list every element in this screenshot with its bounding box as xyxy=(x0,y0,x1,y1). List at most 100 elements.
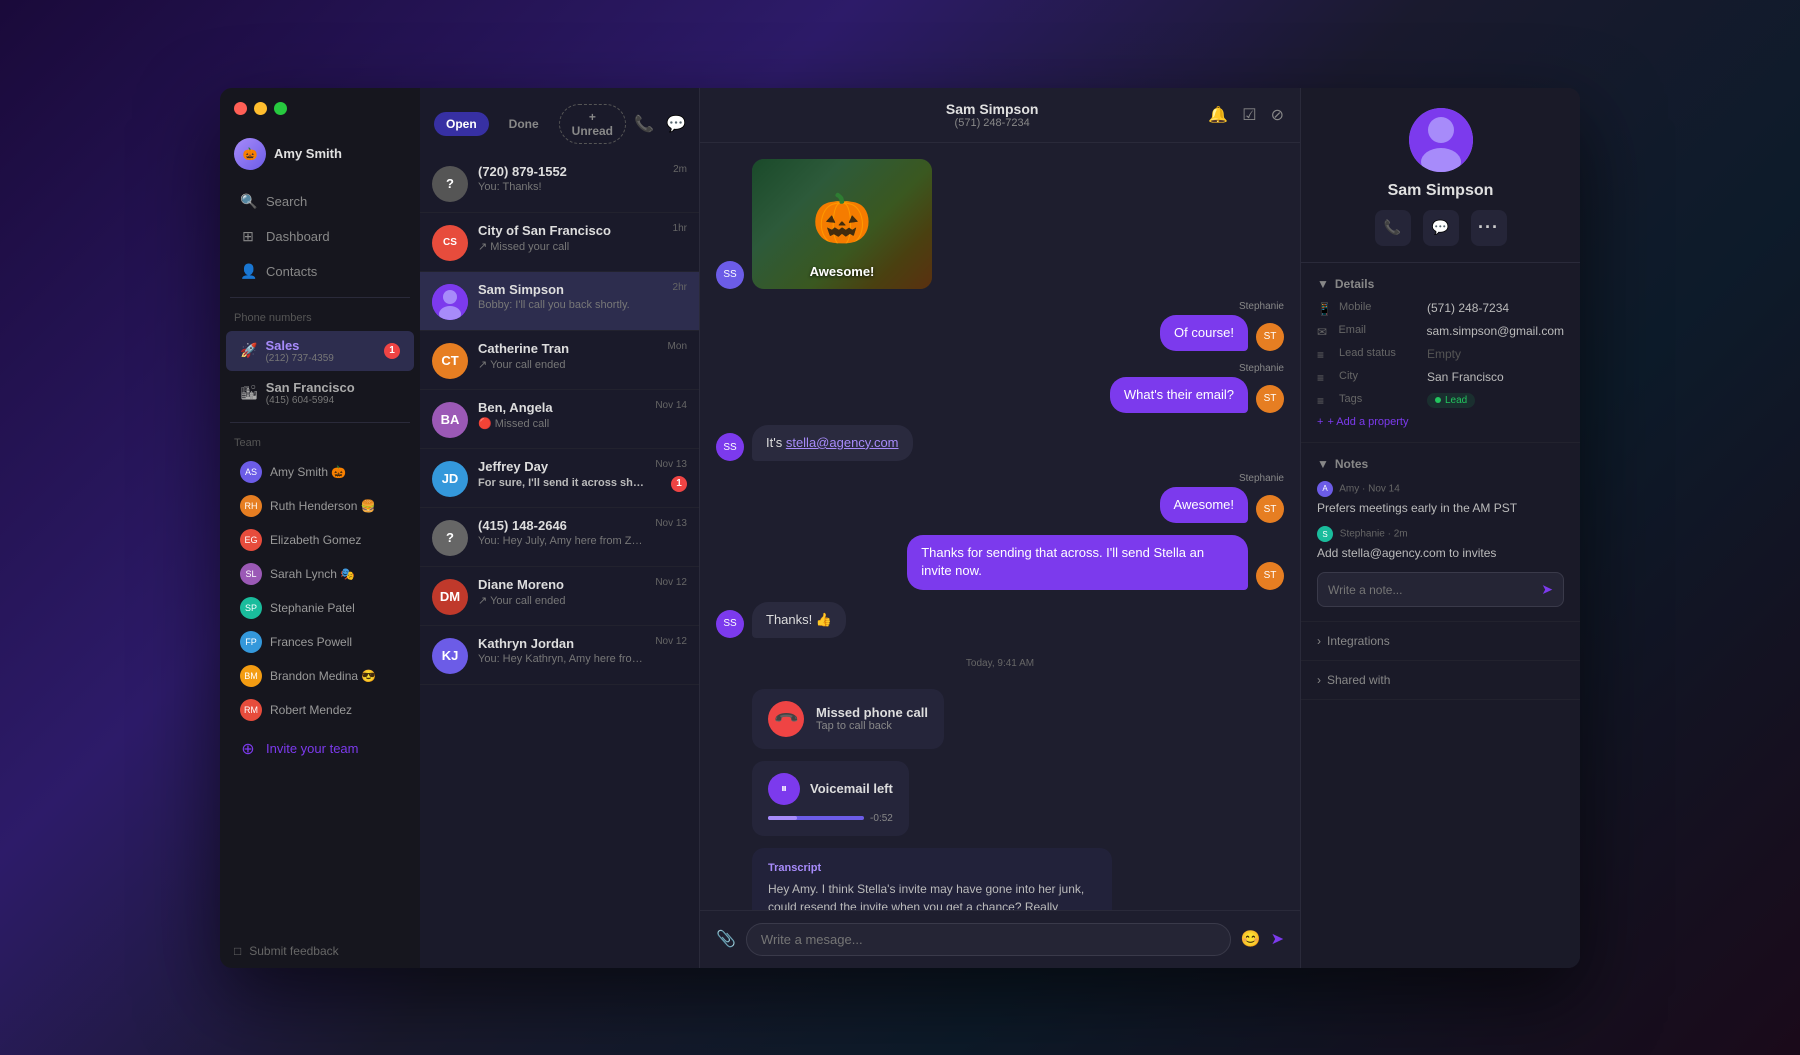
sidebar-inbox-sf[interactable]: 🏙 San Francisco (415) 604-5994 xyxy=(226,373,414,413)
invite-team-label: Invite your team xyxy=(266,741,359,756)
conv-item-0[interactable]: ? (720) 879-1552 You: Thanks! 2m xyxy=(420,154,699,213)
msg-sender-stephanie-1: Stephanie Of course! ST xyxy=(716,301,1284,351)
conv-item-7[interactable]: DM Diane Moreno ↗ Your call ended Nov 12 xyxy=(420,567,699,626)
missed-call-card[interactable]: 📞 Missed phone call Tap to call back xyxy=(752,689,944,749)
sidebar-divider-1 xyxy=(230,297,410,298)
inbox-sales-badge: 1 xyxy=(384,343,400,359)
team-member-sarah[interactable]: SL Sarah Lynch 🎭 xyxy=(226,558,414,590)
integrations-item[interactable]: › Integrations xyxy=(1301,622,1580,661)
team-avatar-stephanie: SP xyxy=(240,597,262,619)
details-label: Details xyxy=(1335,277,1374,291)
msg-image: 🎃 Awesome! xyxy=(752,159,932,289)
msg-avatar-stephanie-4: ST xyxy=(1256,562,1284,590)
mobile-value: (571) 248-7234 xyxy=(1427,301,1564,315)
contact-avatar-large xyxy=(1409,108,1473,172)
conv-content-8: Kathryn Jordan You: Hey Kathryn, Amy her… xyxy=(478,636,645,665)
message-input[interactable] xyxy=(746,923,1231,956)
conv-item-5[interactable]: JD Jeffrey Day For sure, I'll send it ac… xyxy=(420,449,699,508)
conv-time-8: Nov 12 xyxy=(655,636,687,647)
add-property-button[interactable]: + + Add a property xyxy=(1317,416,1564,428)
sidebar-inbox-sales[interactable]: 🚀 Sales (212) 737-4359 1 xyxy=(226,331,414,371)
waveform-bar[interactable] xyxy=(768,816,864,820)
note-2-author-date: Stephanie · 2m xyxy=(1340,529,1408,540)
contact-msg-btn[interactable]: 💬 xyxy=(1423,210,1459,246)
emoji-icon[interactable]: 😊 xyxy=(1241,929,1261,949)
details-section-header[interactable]: ▼ Details xyxy=(1317,277,1564,291)
minimize-button[interactable] xyxy=(254,102,267,115)
note-2-text: Add stella@agency.com to invites xyxy=(1317,545,1564,562)
chevron-right-icon: › xyxy=(1317,634,1321,648)
compose-icon[interactable]: 💬 xyxy=(666,114,686,134)
team-avatar-elizabeth: EG xyxy=(240,529,262,551)
play-button[interactable]: ⏸ xyxy=(768,773,800,805)
send-icon[interactable]: ➤ xyxy=(1271,929,1284,949)
contact-more-btn[interactable]: ··· xyxy=(1471,210,1507,246)
transcript-label: Transcript xyxy=(768,862,1096,874)
conv-preview-4: 🔴 Missed call xyxy=(478,417,645,430)
close-button[interactable] xyxy=(234,102,247,115)
notes-section-header[interactable]: ▼ Notes xyxy=(1317,457,1564,471)
sidebar-nav-search[interactable]: 🔍 Search xyxy=(226,185,414,218)
team-member-stephanie[interactable]: SP Stephanie Patel xyxy=(226,592,414,624)
voicemail-header: ⏸ Voicemail left xyxy=(768,773,893,805)
shared-with-label: Shared with xyxy=(1327,673,1390,687)
shared-with-item[interactable]: › Shared with xyxy=(1301,661,1580,700)
phone-icon[interactable]: 📞 xyxy=(634,114,654,134)
note-input[interactable] xyxy=(1328,583,1533,597)
team-member-amy[interactable]: AS Amy Smith 🎃 xyxy=(226,456,414,488)
email-link[interactable]: stella@agency.com xyxy=(786,435,899,450)
conv-item-4[interactable]: BA Ben, Angela 🔴 Missed call Nov 14 xyxy=(420,390,699,449)
conv-item-3[interactable]: CT Catherine Tran ↗ Your call ended Mon xyxy=(420,331,699,390)
contact-call-btn[interactable]: 📞 xyxy=(1375,210,1411,246)
conv-name-8: Kathryn Jordan xyxy=(478,636,645,651)
conv-time-0: 2m xyxy=(673,164,687,175)
note-2-meta: S Stephanie · 2m xyxy=(1317,526,1564,542)
missed-call-title: Missed phone call xyxy=(816,705,928,720)
sidebar-nav-contacts[interactable]: 👤 Contacts xyxy=(226,255,414,288)
tags-label: Tags xyxy=(1339,393,1419,405)
team-member-robert[interactable]: RM Robert Mendez xyxy=(226,694,414,726)
conv-name-0: (720) 879-1552 xyxy=(478,164,663,179)
msg-row-2: What's their email? ST xyxy=(716,377,1284,413)
attachment-icon[interactable]: 📎 xyxy=(716,929,736,949)
conv-avatar-0: ? xyxy=(432,166,468,202)
conv-name-6: (415) 148-2646 xyxy=(478,518,645,533)
conv-avatar-5: JD xyxy=(432,461,468,497)
invite-team-item[interactable]: ⊕ Invite your team xyxy=(226,731,414,767)
send-note-icon[interactable]: ➤ xyxy=(1541,581,1553,598)
conv-avatar-7: DM xyxy=(432,579,468,615)
block-icon[interactable]: ⊘ xyxy=(1271,105,1284,125)
field-city: ≡ City San Francisco xyxy=(1317,370,1564,385)
lead-status-label: Lead status xyxy=(1339,347,1419,359)
time-divider: Today, 9:41 AM xyxy=(716,658,1284,669)
sender-label-stephanie-3: Stephanie xyxy=(716,473,1284,484)
tab-open[interactable]: Open xyxy=(434,112,489,136)
notification-icon[interactable]: 🔔 xyxy=(1208,105,1228,125)
submit-feedback-item[interactable]: □ Submit feedback xyxy=(220,934,420,968)
sidebar-nav-dashboard[interactable]: ⊞ Dashboard xyxy=(226,220,414,253)
conv-time-6: Nov 13 xyxy=(655,518,687,529)
team-member-ruth[interactable]: RH Ruth Henderson 🍔 xyxy=(226,490,414,522)
tab-done[interactable]: Done xyxy=(497,112,551,136)
msg-avatar-ss-2: SS xyxy=(716,433,744,461)
conv-item-8[interactable]: KJ Kathryn Jordan You: Hey Kathryn, Amy … xyxy=(420,626,699,685)
conv-item-2[interactable]: Sam Simpson Bobby: I'll call you back sh… xyxy=(420,272,699,331)
team-avatar-brandon: BM xyxy=(240,665,262,687)
tab-unread[interactable]: + Unread xyxy=(559,104,626,144)
team-member-stephanie-name: Stephanie Patel xyxy=(270,601,355,615)
lead-status-icon: ≡ xyxy=(1317,348,1331,362)
check-icon[interactable]: ☑ xyxy=(1242,105,1256,125)
image-caption: Awesome! xyxy=(752,264,932,279)
team-member-frances[interactable]: FP Frances Powell xyxy=(226,626,414,658)
chat-header-icons: 🔔 ☑ ⊘ xyxy=(1208,105,1284,125)
conv-avatar-6: ? xyxy=(432,520,468,556)
conv-item-1[interactable]: CS City of San Francisco ↗ Missed your c… xyxy=(420,213,699,272)
chevron-right-icon-2: › xyxy=(1317,673,1321,687)
conv-item-6[interactable]: ? (415) 148-2646 You: Hey July, Amy here… xyxy=(420,508,699,567)
team-member-elizabeth[interactable]: EG Elizabeth Gomez xyxy=(226,524,414,556)
team-member-brandon[interactable]: BM Brandon Medina 😎 xyxy=(226,660,414,692)
maximize-button[interactable] xyxy=(274,102,287,115)
tag-badge-lead[interactable]: Lead xyxy=(1427,393,1475,408)
inbox-sf-name: San Francisco xyxy=(266,380,400,395)
sidebar-user[interactable]: 🎃 Amy Smith xyxy=(220,128,420,180)
